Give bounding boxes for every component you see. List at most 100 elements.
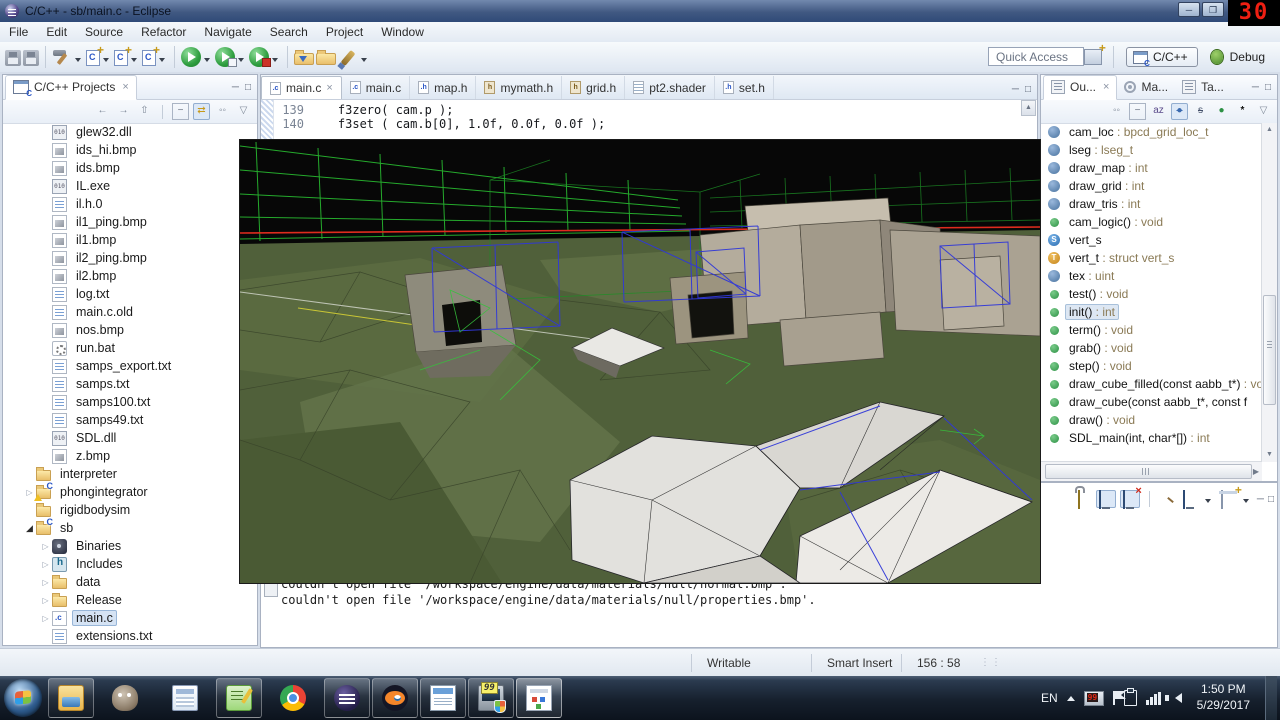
run-external-tools-icon[interactable] [215,47,237,67]
outline-horizontal-scrollbar[interactable]: ▶ [1041,461,1262,481]
tree-item[interactable]: ids.bmp [3,159,257,177]
taskbar-app-eclipse[interactable] [324,678,370,718]
tree-item[interactable]: samps49.txt [3,411,257,429]
format-brush-icon[interactable] [340,49,356,67]
minimize-view-icon[interactable]: ─ [1257,494,1264,505]
outline-item[interactable]: draw_map : int [1041,159,1262,177]
tree-item[interactable]: rigidbodysim [3,501,257,519]
scroll-up-icon[interactable]: ▲ [1021,100,1036,116]
scroll-down-icon[interactable]: ▼ [1262,448,1277,462]
close-icon[interactable]: × [122,81,128,93]
expand-arrow-icon[interactable]: ▷ [39,578,52,587]
tree-item[interactable]: il2_ping.bmp [3,249,257,267]
tree-item[interactable]: samps100.txt [3,393,257,411]
menu-file[interactable]: File [0,25,37,39]
outline-item[interactable]: term() : void [1041,321,1262,339]
close-icon[interactable]: × [1103,81,1109,93]
tree-item[interactable]: 010 SDL.dll [3,429,257,447]
editor-tab-mymath.h[interactable]: h mymath.h [476,76,563,99]
taskbar-app-engine-app[interactable] [516,678,562,718]
tray-monitor-icon[interactable]: 99 [1083,690,1104,706]
show-console-on-output-icon[interactable] [1098,490,1101,509]
scroll-lock-icon[interactable] [1077,490,1080,509]
taskbar-app-calculator[interactable] [164,678,206,718]
build-icon[interactable] [52,47,72,67]
network-icon[interactable] [1145,691,1161,705]
scroll-right-icon[interactable]: ▶ [1253,462,1259,481]
tray-expand-icon[interactable] [1066,692,1075,701]
taskbar-app-gimp[interactable] [104,678,146,718]
run-icon[interactable] [181,47,201,67]
link-with-editor-icon[interactable]: ⇄ [193,103,210,120]
hide-static-icon[interactable]: s [1192,103,1209,120]
tree-item[interactable]: il1_ping.bmp [3,213,257,231]
up-icon[interactable]: ⇧ [136,103,153,120]
outline-item[interactable]: tex : uint [1041,267,1262,285]
hide-non-public-icon[interactable]: ● [1213,103,1230,120]
minimize-view-icon[interactable]: ─ [232,82,239,93]
hide-inactive-icon[interactable]: * [1234,103,1251,120]
close-icon[interactable]: × [326,82,332,94]
outline-item[interactable]: lseg : lseg_t [1041,141,1262,159]
display-selected-console-icon[interactable] [1182,490,1185,509]
menu-search[interactable]: Search [261,25,317,39]
tree-item[interactable]: 010 IL.exe [3,177,257,195]
scrollbar-thumb[interactable] [1045,464,1252,479]
outline-item[interactable]: draw_cube_filled(const aabb_t*) : void [1041,375,1262,393]
taskbar-app-system-properties[interactable]: 99 [468,678,514,718]
view-menu-icon[interactable]: ▽ [1255,103,1272,120]
restore-button[interactable]: ❐ [1202,2,1224,17]
collapse-all-icon[interactable]: − [172,103,189,120]
tab-make-target[interactable]: Ma... [1117,76,1175,99]
save-icon[interactable] [5,50,21,66]
tree-item[interactable]: 010 glew32.dll [3,123,257,141]
outline-item[interactable]: Tvert_t : struct vert_s [1041,249,1262,267]
taskbar-app-blender[interactable] [372,678,418,718]
perspective-debug-button[interactable]: Debug [1205,48,1274,66]
taskbar-app-notepad-plus-plus[interactable] [216,678,262,718]
sort-icon[interactable]: az [1150,103,1167,120]
tree-item[interactable]: il.h.0 [3,195,257,213]
maximize-view-icon[interactable]: □ [245,82,251,93]
tree-item[interactable]: il2.bmp [3,267,257,285]
maximize-editor-icon[interactable]: □ [1025,84,1031,95]
perspective-cpp-button[interactable]: C/C++ [1125,47,1198,68]
outline-item[interactable]: SDL_main(int, char*[]) : int [1041,429,1262,447]
open-perspective-icon[interactable] [1083,41,1106,65]
tab-outline[interactable]: Ou... × [1043,74,1118,100]
expand-arrow-icon[interactable]: ◢ [23,523,36,534]
expand-arrow-icon[interactable]: ▷ [39,596,52,605]
view-menu-dots-icon[interactable]: ◦◦ [214,103,231,120]
tree-item[interactable]: log.txt [3,285,257,303]
save-all-icon[interactable] [23,50,39,66]
view-menu-icon[interactable]: ▽ [235,103,252,120]
export-icon[interactable] [316,50,336,65]
maximize-view-icon[interactable]: □ [1265,82,1271,93]
new-c-project-icon[interactable] [142,43,160,66]
scroll-up-icon[interactable]: ▲ [1262,123,1277,137]
new-c-file-dropdown-icon[interactable] [103,57,109,65]
outline-vertical-scrollbar[interactable]: ▲ ▼ [1261,123,1277,462]
import-icon[interactable] [294,50,314,65]
action-center-flag-icon[interactable] [1112,691,1126,705]
scrollbar-thumb[interactable] [1263,295,1276,405]
quick-access-field[interactable]: Quick Access [988,47,1084,66]
start-button[interactable] [4,679,42,717]
outline-item[interactable]: cam_logic() : void [1041,213,1262,231]
console-dropdown-icon[interactable] [1204,498,1211,506]
tree-item[interactable]: extensions.txt [3,627,257,645]
menu-refactor[interactable]: Refactor [132,25,195,39]
tree-item[interactable]: samps.txt [3,375,257,393]
expand-arrow-icon[interactable]: ▷ [39,542,52,551]
tab-cpp-projects[interactable]: C/C++ Projects × [5,74,137,100]
expand-arrow-icon[interactable]: ▷ [39,614,52,623]
outline-item[interactable]: Svert_s [1041,231,1262,249]
tree-item[interactable]: ◢ sb [3,517,257,537]
run-dropdown-icon[interactable] [204,57,210,65]
tree-item[interactable]: z.bmp [3,447,257,465]
tree-item[interactable]: ▷ main.c [3,609,257,627]
menu-source[interactable]: Source [76,25,132,39]
open-console-icon[interactable] [1220,490,1223,509]
tree-item[interactable]: ▷ data [3,573,257,591]
outline-item[interactable]: draw_cube(const aabb_t*, const f [1041,393,1262,411]
